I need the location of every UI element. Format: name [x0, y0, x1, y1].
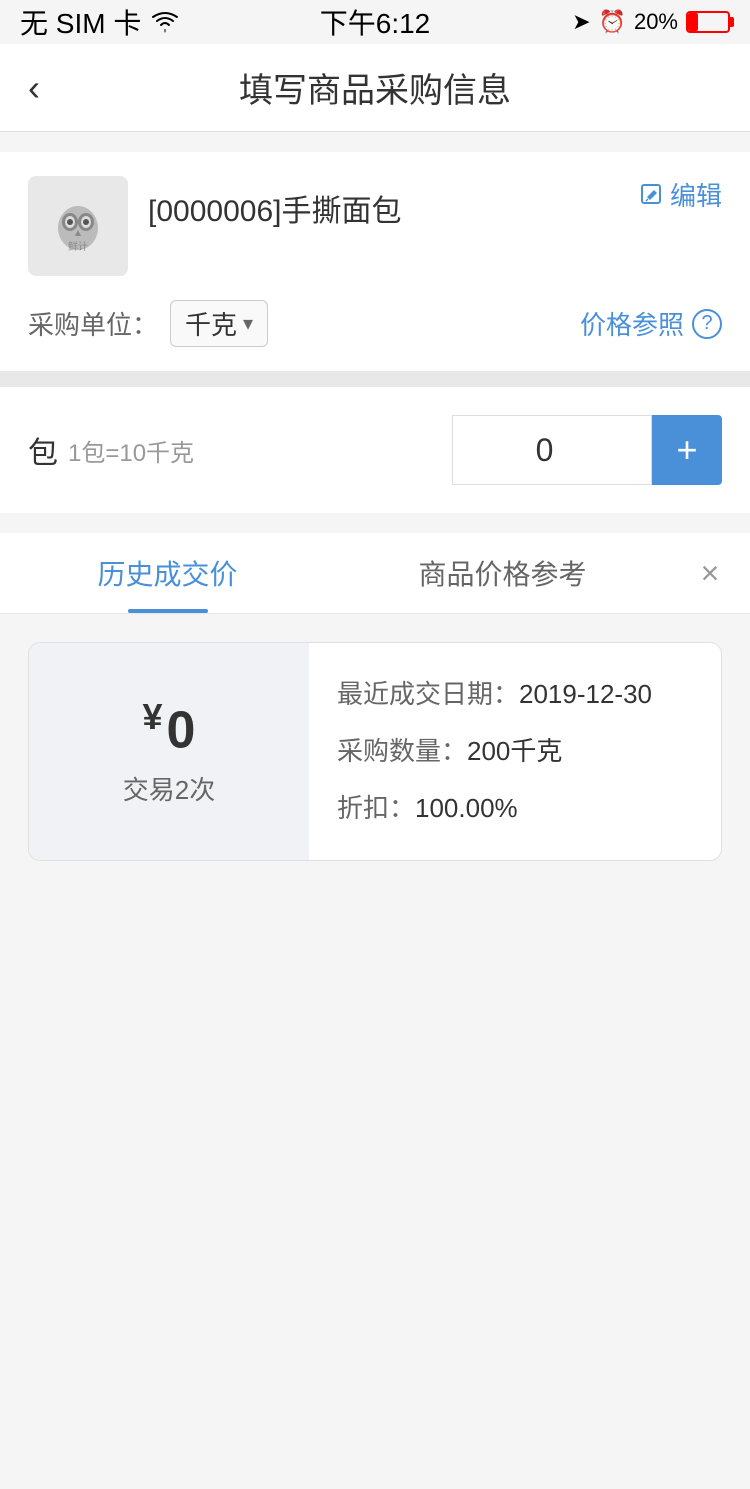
product-info: 鲜计 [0000006]手撕面包 — [28, 176, 401, 276]
quantity-plus-button[interactable]: + — [652, 415, 722, 485]
recent-date-row: 最近成交日期：2019-12-30 — [337, 675, 693, 714]
tab-history-price[interactable]: 历史成交价 — [0, 533, 335, 613]
main-content-bg — [0, 889, 750, 1489]
tab-active-indicator — [128, 609, 208, 613]
product-image: 鲜计 — [28, 176, 128, 276]
edit-button[interactable]: 编辑 — [640, 176, 722, 213]
product-logo: 鲜计 — [48, 196, 108, 256]
tab-product-price-ref[interactable]: 商品价格参考 — [335, 533, 670, 613]
unit-char: 包 — [28, 428, 58, 472]
back-button[interactable]: ‹ — [28, 67, 40, 109]
price-amount: ¥0 — [143, 696, 196, 760]
unit-eq: 1包=10千克 — [68, 433, 194, 468]
battery-percent: 20% — [634, 9, 678, 35]
unit-left: 采购单位： 千克 ▾ — [28, 300, 268, 347]
edit-icon — [640, 183, 664, 207]
alarm-icon: ⏰ — [599, 9, 626, 35]
currency-symbol: ¥ — [143, 696, 163, 737]
discount-row: 折扣：100.00% — [337, 789, 693, 828]
svg-text:鲜计: 鲜计 — [68, 240, 88, 253]
unit-label: 采购单位： — [28, 305, 158, 342]
recent-date-value: 2019-12-30 — [519, 679, 652, 709]
product-name: [0000006]手撕面包 — [148, 186, 401, 230]
status-time: 下午6:12 — [320, 2, 431, 42]
wifi-icon — [151, 11, 179, 33]
discount-value: 100.00% — [415, 793, 518, 823]
tab-close-button[interactable]: × — [670, 533, 750, 613]
location-icon: ➤ — [572, 9, 590, 35]
status-carrier: 无 SIM 卡 — [20, 2, 179, 42]
chevron-down-icon: ▾ — [243, 311, 253, 336]
quantity-row: 包 1包=10千克 + — [0, 387, 750, 513]
tab-bar: 历史成交价 商品价格参考 × — [0, 533, 750, 614]
divider-bar — [0, 371, 750, 387]
battery-icon — [686, 11, 730, 33]
status-bar: 无 SIM 卡 下午6:12 ➤ ⏰ 20% — [0, 0, 750, 44]
help-icon: ? — [692, 309, 722, 339]
nav-bar: ‹ 填写商品采购信息 — [0, 44, 750, 132]
product-card: 鲜计 [0000006]手撕面包 编辑 采购单位： 千克 ▾ 价格参照 — [0, 152, 750, 371]
price-card: ¥0 交易2次 最近成交日期：2019-12-30 采购数量：200千克 折扣：… — [28, 642, 722, 861]
quantity-input-wrap: + — [452, 415, 722, 485]
price-right-panel: 最近成交日期：2019-12-30 采购数量：200千克 折扣：100.00% — [309, 643, 721, 860]
price-section: ¥0 交易2次 最近成交日期：2019-12-30 采购数量：200千克 折扣：… — [0, 614, 750, 889]
price-left-panel: ¥0 交易2次 — [29, 643, 309, 860]
status-right: ➤ ⏰ 20% — [572, 9, 730, 35]
unit-select-dropdown[interactable]: 千克 ▾ — [170, 300, 268, 347]
quantity-input[interactable] — [452, 415, 652, 485]
product-header: 鲜计 [0000006]手撕面包 编辑 — [28, 176, 722, 276]
purchase-unit-row: 采购单位： 千克 ▾ 价格参照 ? — [28, 300, 722, 347]
purchase-qty-value: 200千克 — [467, 736, 562, 766]
trade-count: 交易2次 — [123, 770, 215, 807]
product-details: [0000006]手撕面包 — [148, 176, 401, 230]
unit-label-row: 包 1包=10千克 — [28, 428, 194, 472]
page-title: 填写商品采购信息 — [239, 63, 511, 112]
price-ref-button[interactable]: 价格参照 ? — [580, 305, 722, 342]
purchase-qty-row: 采购数量：200千克 — [337, 732, 693, 771]
